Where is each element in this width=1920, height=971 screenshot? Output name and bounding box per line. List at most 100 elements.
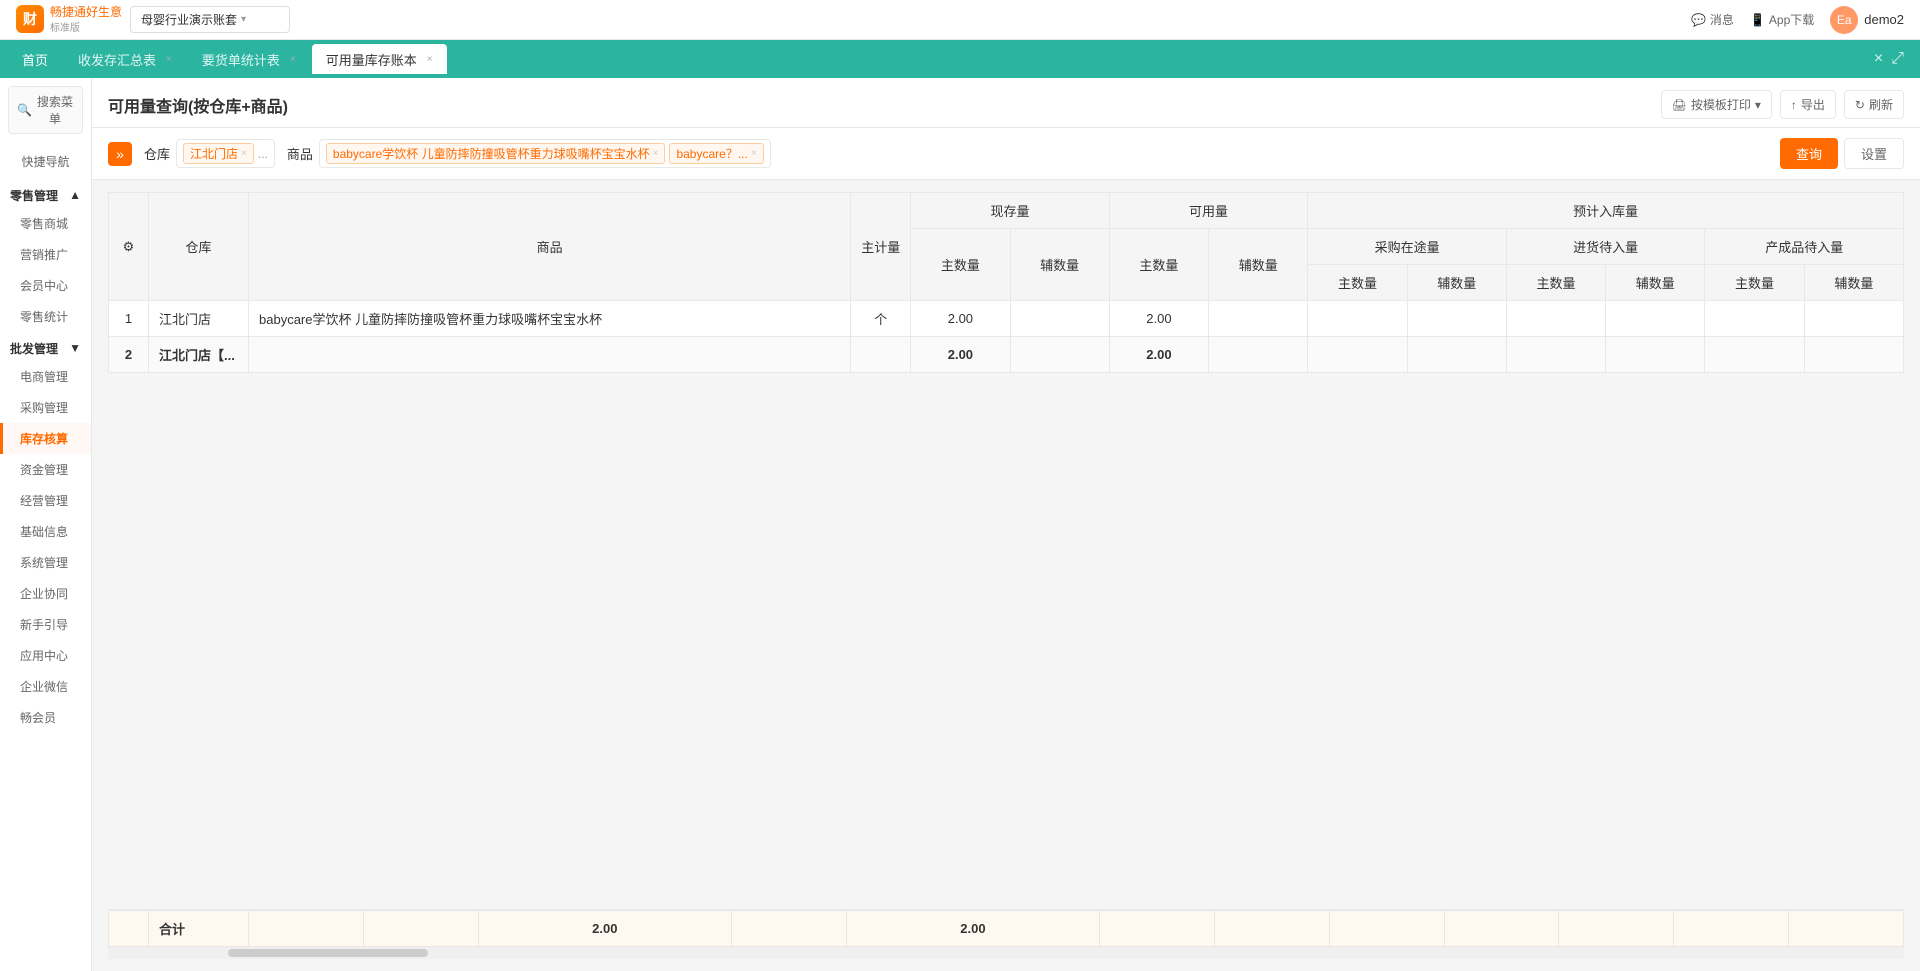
sidebar-item-purchase[interactable]: 采购管理 xyxy=(0,392,91,423)
row-1-finished-waiting-main xyxy=(1705,301,1804,337)
sidebar-section-retail[interactable]: 零售管理 ▲ xyxy=(0,179,91,208)
horizontal-scrollbar[interactable] xyxy=(108,947,1904,959)
close-all-tabs-button[interactable]: × xyxy=(1874,50,1883,68)
current-stock-col-label: 现存量 xyxy=(991,204,1030,219)
avatar-initials: Ea xyxy=(1837,13,1852,27)
sidebar-item-member-service[interactable]: 畅会员 xyxy=(0,702,91,733)
row-2-finished-waiting-aux xyxy=(1804,337,1903,373)
table-scroll-area[interactable]: ⚙ 仓库 商品 主计量 现存量 xyxy=(108,192,1904,909)
row-2-available-aux xyxy=(1209,337,1308,373)
row-1-purchase-transit-main xyxy=(1308,301,1407,337)
scroll-thumb[interactable] xyxy=(228,949,428,957)
footer-empty-1 xyxy=(109,910,149,947)
product-tags-container[interactable]: babycare学饮杯 儿童防摔防撞吸管杯重力球吸嘴杯宝宝水杯 × babyca… xyxy=(319,139,771,168)
sidebar-item-retail-stats[interactable]: 零售统计 xyxy=(0,301,91,332)
tab-stock-summary[interactable]: 收发存汇总表 × xyxy=(64,44,186,74)
tab-available-stock-close[interactable]: × xyxy=(427,54,433,65)
download-icon: 📱 xyxy=(1750,13,1765,27)
footer-goods-main xyxy=(1444,910,1559,947)
sidebar-item-enterprise[interactable]: 企业协同 xyxy=(0,578,91,609)
col-warehouse-header: 仓库 xyxy=(149,193,249,301)
product-filter: 商品 babycare学饮杯 儿童防摔防撞吸管杯重力球吸嘴杯宝宝水杯 × bab… xyxy=(287,139,771,168)
product-tag-1-close[interactable]: × xyxy=(653,148,659,159)
warehouse-tag-close[interactable]: × xyxy=(241,148,247,159)
main-layout: 🔍 搜索菜单 快捷导航 零售管理 ▲ 零售商城 营销推广 会员中心 零售统计 批… xyxy=(0,78,1920,971)
print-button[interactable]: 🖨 按模板打印 ▾ xyxy=(1661,90,1772,119)
page-header: 可用量查询(按仓库+商品) 🖨 按模板打印 ▾ ↑ 导出 ↻ 刷新 xyxy=(92,78,1920,128)
footer-goods-aux xyxy=(1559,910,1674,947)
warehouse-tag-jiangbei[interactable]: 江北门店 × xyxy=(183,143,254,164)
settings-button[interactable]: 设置 xyxy=(1844,138,1904,169)
sidebar-item-inventory[interactable]: 库存核算 xyxy=(0,423,91,454)
row-2-current-main: 2.00 xyxy=(911,337,1010,373)
product-tag-2[interactable]: babycare？... × xyxy=(669,143,763,164)
sidebar-item-finance[interactable]: 资金管理 xyxy=(0,454,91,485)
expand-filter-button[interactable]: » xyxy=(108,142,132,166)
print-label: 按模板打印 xyxy=(1691,96,1751,113)
sidebar-item-system[interactable]: 系统管理 xyxy=(0,547,91,578)
sidebar-item-quick-nav[interactable]: 快捷导航 xyxy=(0,146,91,179)
warehouse-tags-container[interactable]: 江北门店 × ... xyxy=(176,139,275,168)
print-icon: 🖨 xyxy=(1672,98,1687,112)
top-bar-left: 财 畅捷通好生意 标准版 母婴行业演示账套 ▾ xyxy=(16,5,290,34)
table-footer-area: 合计 2.00 2.00 xyxy=(108,909,1904,959)
user-area[interactable]: Ea demo2 xyxy=(1830,6,1904,34)
tab-available-stock[interactable]: 可用量库存账本 × xyxy=(312,44,447,74)
sidebar-item-marketing[interactable]: 营销推广 xyxy=(0,239,91,270)
row-1-warehouse: 江北门店 xyxy=(149,301,249,337)
col-finished-waiting-main-header: 主数量 xyxy=(1705,265,1804,301)
sidebar-item-basic-info[interactable]: 基础信息 xyxy=(0,516,91,547)
expected-in-col-label: 预计入库量 xyxy=(1573,204,1638,219)
row-1-available-main: 2.00 xyxy=(1109,301,1208,337)
tab-home-label: 首页 xyxy=(22,50,48,69)
settings-icon: ⚙ xyxy=(123,239,135,254)
tab-stock-summary-close[interactable]: × xyxy=(166,54,172,65)
refresh-button[interactable]: ↻ 刷新 xyxy=(1844,90,1904,119)
footer-available-aux xyxy=(1100,910,1215,947)
print-arrow-icon: ▾ xyxy=(1755,98,1761,112)
export-button[interactable]: ↑ 导出 xyxy=(1780,90,1836,119)
row-2-product xyxy=(249,337,851,373)
row-2-unit xyxy=(851,337,911,373)
sidebar-nav: 快捷导航 零售管理 ▲ 零售商城 营销推广 会员中心 零售统计 批发管理 ▼ 电… xyxy=(0,142,91,737)
export-icon: ↑ xyxy=(1791,98,1797,112)
row-2-num: 2 xyxy=(109,337,149,373)
col-current-aux-qty-header: 辅数量 xyxy=(1010,229,1109,301)
col-goods-waiting-aux-header: 辅数量 xyxy=(1606,265,1705,301)
sidebar-section-wholesale[interactable]: 批发管理 ▼ xyxy=(0,332,91,361)
product-tag-1[interactable]: babycare学饮杯 儿童防摔防撞吸管杯重力球吸嘴杯宝宝水杯 × xyxy=(326,143,666,164)
product-tag-2-close[interactable]: × xyxy=(751,148,757,159)
logo-sub: 标准版 xyxy=(50,19,122,34)
sidebar-item-app-center[interactable]: 应用中心 xyxy=(0,640,91,671)
sidebar: 🔍 搜索菜单 快捷导航 零售管理 ▲ 零售商城 营销推广 会员中心 零售统计 批… xyxy=(0,78,92,971)
row-1-available-aux xyxy=(1209,301,1308,337)
col-finished-waiting-header: 产成品待入量 xyxy=(1705,229,1904,265)
row-2-available-main: 2.00 xyxy=(1109,337,1208,373)
search-menu-button[interactable]: 🔍 搜索菜单 xyxy=(8,86,83,134)
logo-icon: 财 xyxy=(16,5,44,33)
sidebar-item-retail-mall[interactable]: 零售商城 xyxy=(0,208,91,239)
table-row: 1 江北门店 babycare学饮杯 儿童防摔防撞吸管杯重力球吸嘴杯宝宝水杯 个… xyxy=(109,301,1904,337)
sidebar-item-wechat[interactable]: 企业微信 xyxy=(0,671,91,702)
sidebar-item-guide[interactable]: 新手引导 xyxy=(0,609,91,640)
sidebar-item-ecommerce[interactable]: 电商管理 xyxy=(0,361,91,392)
industry-selector[interactable]: 母婴行业演示账套 ▾ xyxy=(130,6,290,33)
product-filter-label: 商品 xyxy=(287,144,313,163)
footer-product-col xyxy=(249,910,364,947)
sidebar-item-operation[interactable]: 经营管理 xyxy=(0,485,91,516)
tab-order-stats-close[interactable]: × xyxy=(290,54,296,65)
col-settings-header[interactable]: ⚙ xyxy=(109,193,149,301)
footer-unit-col xyxy=(363,910,478,947)
app-download-button[interactable]: 📱 App下载 xyxy=(1750,11,1814,28)
sidebar-item-member[interactable]: 会员中心 xyxy=(0,270,91,301)
footer-available-main: 2.00 xyxy=(846,910,1099,947)
footer-label: 合计 xyxy=(149,910,249,947)
warehouse-filter-label: 仓库 xyxy=(144,144,170,163)
warehouse-filter-more[interactable]: ... xyxy=(258,147,268,161)
tab-home[interactable]: 首页 xyxy=(8,44,62,74)
tab-order-stats[interactable]: 要货单统计表 × xyxy=(188,44,310,74)
messages-label: 消息 xyxy=(1710,11,1734,28)
fullscreen-button[interactable]: ⤢ xyxy=(1891,50,1904,68)
query-button[interactable]: 查询 xyxy=(1780,138,1838,169)
messages-button[interactable]: 💬 消息 xyxy=(1691,11,1734,28)
